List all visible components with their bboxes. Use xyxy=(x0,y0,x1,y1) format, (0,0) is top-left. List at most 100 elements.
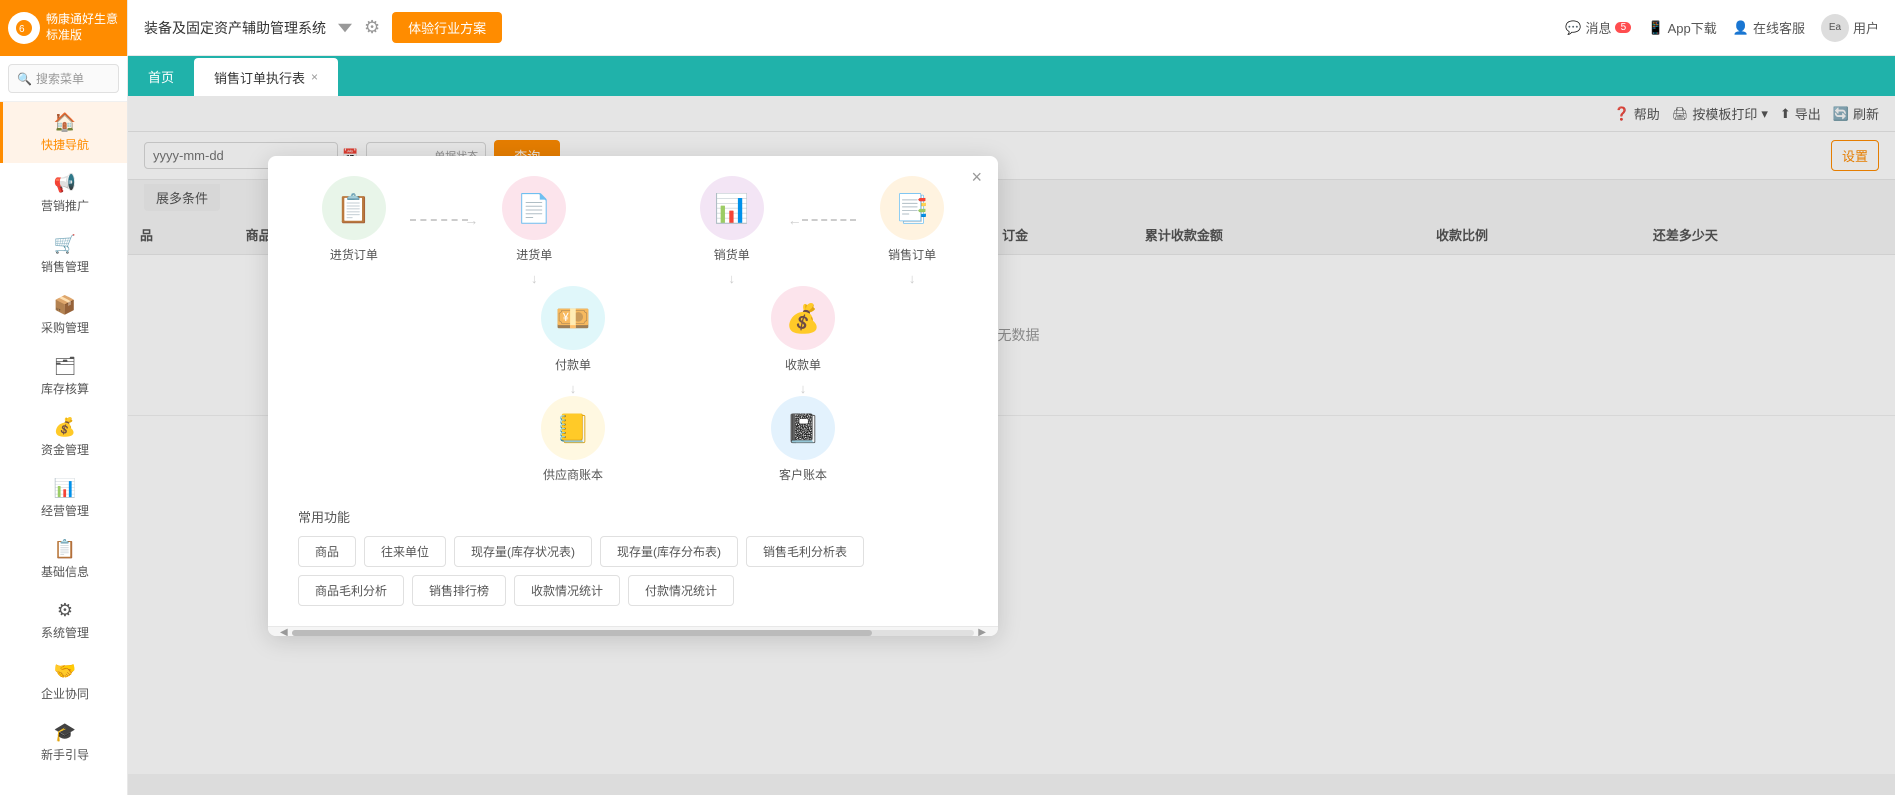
workflow-row-3: 📒 供应商账本 📓 客户账本 xyxy=(298,396,968,483)
label-sales-order: 销售订单 xyxy=(888,246,936,263)
label-payment-bill: 付款单 xyxy=(555,356,591,373)
node-supplier-account: 📒 供应商账本 xyxy=(508,396,638,483)
topbar-right: 💬 消息 5 📱 App下载 👤 在线客服 Ea 用户 xyxy=(1565,14,1879,42)
func-btn-stock-status[interactable]: 现存量(库存状况表) xyxy=(454,536,592,567)
scroll-right-arrow[interactable]: ▶ xyxy=(974,627,990,636)
system-dropdown[interactable] xyxy=(338,21,352,35)
circle-customer-account: 📓 xyxy=(771,396,835,460)
node-purchase-bill: 📄 进货单 xyxy=(478,176,590,263)
scroll-thumb xyxy=(292,630,872,636)
enterprise-icon: 🤝 xyxy=(54,661,76,682)
label-purchase-bill: 进货单 xyxy=(516,246,552,263)
sidebar-item-inventory[interactable]: 🗂 库存核算 xyxy=(0,346,127,407)
common-functions-title: 常用功能 xyxy=(298,507,968,526)
sidebar-item-purchase[interactable]: 📦 采购管理 xyxy=(0,285,127,346)
sidebar-item-basic-info[interactable]: 📋 基础信息 xyxy=(0,529,127,590)
user-item[interactable]: Ea 用户 xyxy=(1821,14,1879,42)
operations-icon: 📊 xyxy=(54,478,76,499)
label-supplier-account: 供应商账本 xyxy=(543,466,603,483)
sidebar-item-enterprise[interactable]: 🤝 企业协同 xyxy=(0,651,127,712)
sidebar-item-marketing[interactable]: 📢 营销推广 xyxy=(0,163,127,224)
scroll-track xyxy=(292,630,975,636)
sidebar: 6 畅康通好生意 标准版 🔍 搜索菜单 🏠 快捷导航 📢 营销推广 � xyxy=(0,0,128,795)
circle-purchase-bill: 📄 xyxy=(502,176,566,240)
label-customer-account: 客户账本 xyxy=(779,466,827,483)
sidebar-item-quick-nav[interactable]: 🏠 快捷导航 xyxy=(0,102,127,163)
label-purchase-order: 进货订单 xyxy=(330,246,378,263)
finance-icon: 💰 xyxy=(54,417,76,438)
tab-close-icon[interactable]: × xyxy=(311,70,318,84)
node-purchase-order: 📋 进货订单 xyxy=(298,176,410,263)
node-customer-account: 📓 客户账本 xyxy=(738,396,868,483)
func-btn-stock-distribution[interactable]: 现存量(库存分布表) xyxy=(600,536,738,567)
basic-info-icon: 📋 xyxy=(54,539,76,560)
sidebar-nav: 🏠 快捷导航 📢 营销推广 🛒 销售管理 📦 采购管理 🗂 库存核算 💰 xyxy=(0,102,127,795)
message-item[interactable]: 💬 消息 5 xyxy=(1565,18,1631,37)
label-receipt-bill: 收款单 xyxy=(785,356,821,373)
scroll-left-arrow[interactable]: ◀ xyxy=(276,627,292,636)
modal-body: 📋 进货订单 → xyxy=(268,156,998,626)
workflow-row-1: 📋 进货订单 → xyxy=(298,176,968,263)
common-functions: 常用功能 商品 往来单位 现存量(库存状况表) 现存量(库存分布表) 销售毛利分… xyxy=(298,507,968,606)
modal-scrollbar[interactable]: ◀ ▶ xyxy=(268,626,998,636)
sidebar-item-finance[interactable]: 💰 资金管理 xyxy=(0,407,127,468)
sidebar-logo: 6 畅康通好生意 标准版 xyxy=(0,0,127,56)
workflow-arrows-row: ↓ ↓ ↓ xyxy=(298,271,968,286)
svg-text:6: 6 xyxy=(19,24,25,35)
circle-supplier-account: 📒 xyxy=(541,396,605,460)
node-sales-order: 📑 销售订单 xyxy=(856,176,968,263)
avatar: Ea xyxy=(1821,14,1849,42)
logo-icon: 6 xyxy=(8,12,40,44)
purchase-icon: 📦 xyxy=(54,295,76,316)
func-btn-sales-profit[interactable]: 销售毛利分析表 xyxy=(746,536,864,567)
main-area: 装备及固定资产辅助管理系统 ⚙ 体验行业方案 💬 消息 5 📱 App下载 👤 xyxy=(128,0,1895,795)
marketing-icon: 📢 xyxy=(54,173,76,194)
message-icon: 💬 xyxy=(1565,20,1581,36)
workflow-row-2: 💴 付款单 💰 收款单 xyxy=(298,286,968,373)
func-btn-partners[interactable]: 往来单位 xyxy=(364,536,446,567)
message-badge: 5 xyxy=(1615,22,1631,33)
system-icon: ⚙ xyxy=(57,600,73,621)
sidebar-item-operations[interactable]: 📊 经营管理 xyxy=(0,468,127,529)
workflow-modal: × 📋 进货订单 xyxy=(268,156,998,636)
sidebar-item-system[interactable]: ⚙ 系统管理 xyxy=(0,590,127,651)
workflow: 📋 进货订单 → xyxy=(298,176,968,491)
search-icon: 🔍 xyxy=(17,72,32,86)
sidebar-item-sales[interactable]: 🛒 销售管理 xyxy=(0,224,127,285)
function-buttons: 商品 往来单位 现存量(库存状况表) 现存量(库存分布表) 销售毛利分析表 商品… xyxy=(298,536,968,606)
home-icon: 🏠 xyxy=(54,112,76,133)
arrow-down-sales: ↓ xyxy=(676,271,788,286)
settings-icon[interactable]: ⚙ xyxy=(364,17,380,38)
node-sales-bill: 📊 销货单 xyxy=(676,176,788,263)
search-menu-button[interactable]: 🔍 搜索菜单 xyxy=(8,64,119,93)
arrow-down-purchase: ↓ xyxy=(478,271,590,286)
guide-icon: 🎓 xyxy=(54,722,76,743)
circle-receipt-bill: 💰 xyxy=(771,286,835,350)
circle-sales-bill: 📊 xyxy=(700,176,764,240)
arrow-down-payment: ↓ xyxy=(508,381,638,396)
func-btn-goods[interactable]: 商品 xyxy=(298,536,356,567)
sidebar-item-guide[interactable]: 🎓 新手引导 xyxy=(0,712,127,773)
modal-overlay: × 📋 进货订单 xyxy=(128,96,1895,795)
app-download-item[interactable]: 📱 App下载 xyxy=(1647,18,1716,37)
tab-home[interactable]: 首页 xyxy=(128,56,194,96)
node-receipt-bill: 💰 收款单 xyxy=(738,286,868,373)
label-sales-bill: 销货单 xyxy=(714,246,750,263)
modal-close-btn[interactable]: × xyxy=(971,168,982,186)
circle-payment-bill: 💴 xyxy=(541,286,605,350)
experience-btn[interactable]: 体验行业方案 xyxy=(392,12,502,43)
func-btn-goods-profit[interactable]: 商品毛利分析 xyxy=(298,575,404,606)
logo-text: 畅康通好生意 标准版 xyxy=(46,12,118,43)
app-download-icon: 📱 xyxy=(1647,20,1663,36)
func-btn-sales-rank[interactable]: 销售排行榜 xyxy=(412,575,506,606)
tabbar: 首页 销售订单执行表 × xyxy=(128,56,1895,96)
func-btn-receipt-stats[interactable]: 收款情况统计 xyxy=(514,575,620,606)
online-service-item[interactable]: 👤 在线客服 xyxy=(1733,18,1805,37)
func-btn-payment-stats[interactable]: 付款情况统计 xyxy=(628,575,734,606)
node-payment-bill: 💴 付款单 xyxy=(508,286,638,373)
circle-sales-order: 📑 xyxy=(880,176,944,240)
inventory-icon: 🗂 xyxy=(54,356,77,377)
tab-sales-execution[interactable]: 销售订单执行表 × xyxy=(194,58,338,96)
service-icon: 👤 xyxy=(1733,20,1749,36)
arrow-down-receipt: ↓ xyxy=(738,381,868,396)
